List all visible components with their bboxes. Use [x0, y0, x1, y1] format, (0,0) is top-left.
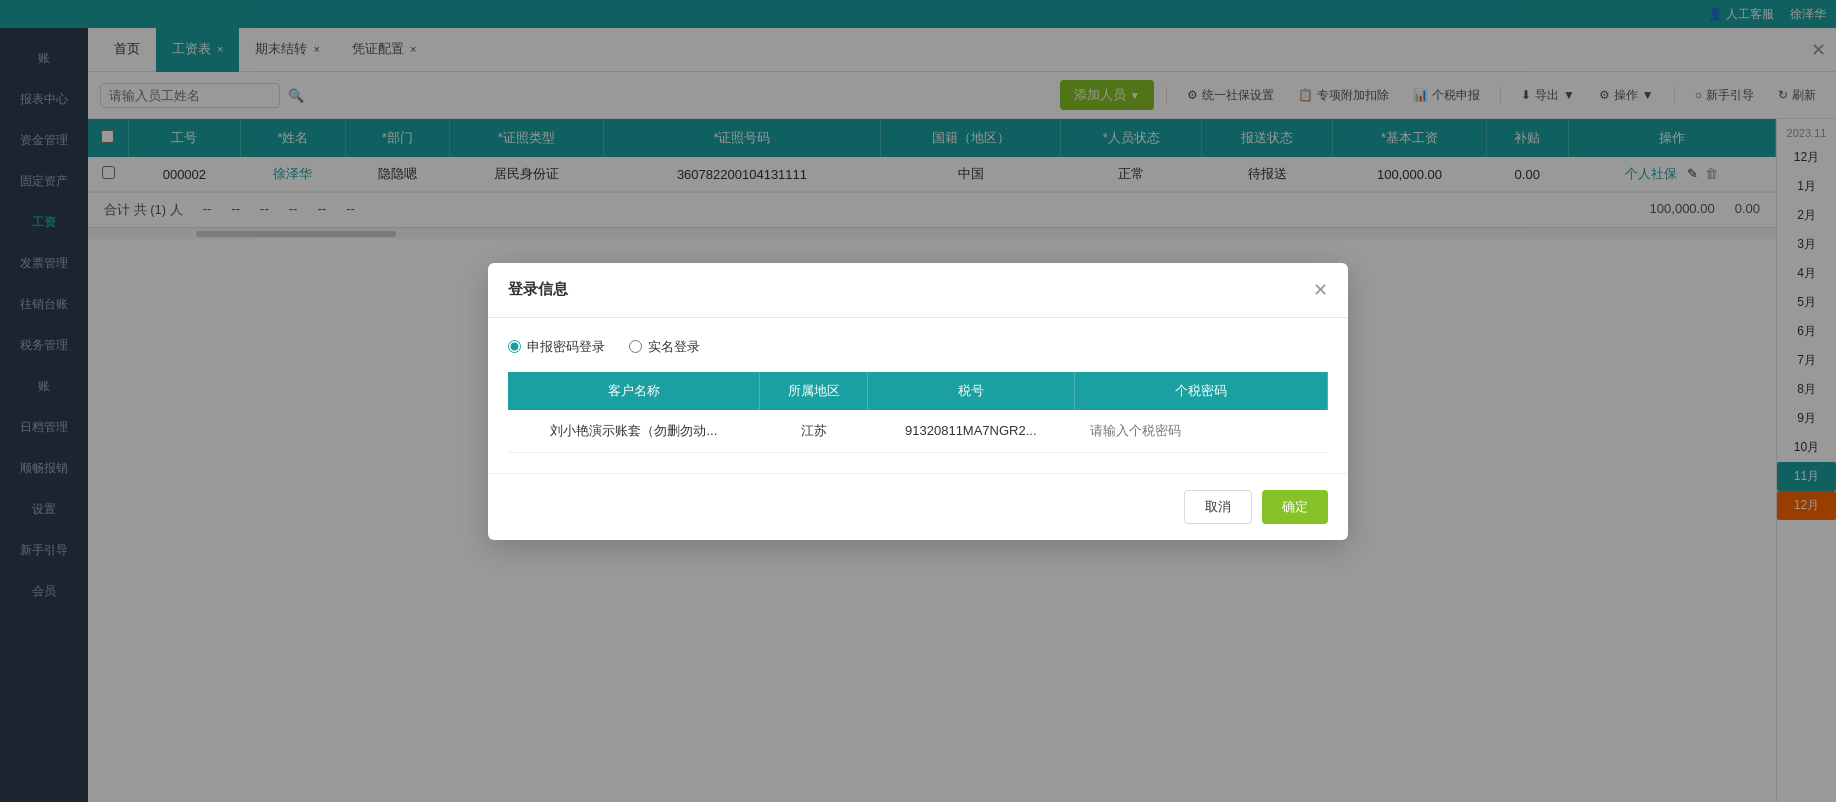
realname-login-radio[interactable] — [629, 340, 642, 353]
modal-col-client-name: 客户名称 — [508, 372, 760, 410]
modal-col-tax-id: 税号 — [867, 372, 1074, 410]
modal-footer: 取消 确定 — [488, 473, 1348, 540]
modal-table: 客户名称 所属地区 税号 个税密码 刘小艳演示账套（勿删勿动... 江苏 913… — [508, 372, 1328, 453]
confirm-button[interactable]: 确定 — [1262, 490, 1328, 524]
app-container: 👤 人工客服 徐泽华 账 报表中心 资金管理 固定资产 工资 发票管理 往销台账… — [0, 0, 1836, 802]
modal-overlay: 登录信息 ✕ 申报密码登录 实名登录 — [0, 0, 1836, 802]
modal-title: 登录信息 — [508, 280, 568, 299]
modal-col-region: 所属地区 — [760, 372, 868, 410]
modal-close-button[interactable]: ✕ — [1313, 279, 1328, 301]
modal-region: 江苏 — [760, 410, 868, 453]
modal-col-tax-password: 个税密码 — [1074, 372, 1327, 410]
login-info-modal: 登录信息 ✕ 申报密码登录 实名登录 — [488, 263, 1348, 540]
modal-client-name: 刘小艳演示账套（勿删勿动... — [508, 410, 760, 453]
modal-tax-id: 91320811MA7NGR2... — [867, 410, 1074, 453]
modal-body: 申报密码登录 实名登录 客户名称 所属地区 税号 个税密码 — [488, 318, 1348, 473]
modal-header: 登录信息 ✕ — [488, 263, 1348, 318]
login-type-radio-group: 申报密码登录 实名登录 — [508, 338, 1328, 356]
password-login-radio[interactable] — [508, 340, 521, 353]
modal-table-row: 刘小艳演示账套（勿删勿动... 江苏 91320811MA7NGR2... — [508, 410, 1328, 453]
tax-password-input[interactable] — [1090, 423, 1311, 438]
realname-login-option[interactable]: 实名登录 — [629, 338, 700, 356]
modal-tax-password[interactable] — [1074, 410, 1327, 453]
cancel-button[interactable]: 取消 — [1184, 490, 1252, 524]
password-login-option[interactable]: 申报密码登录 — [508, 338, 605, 356]
